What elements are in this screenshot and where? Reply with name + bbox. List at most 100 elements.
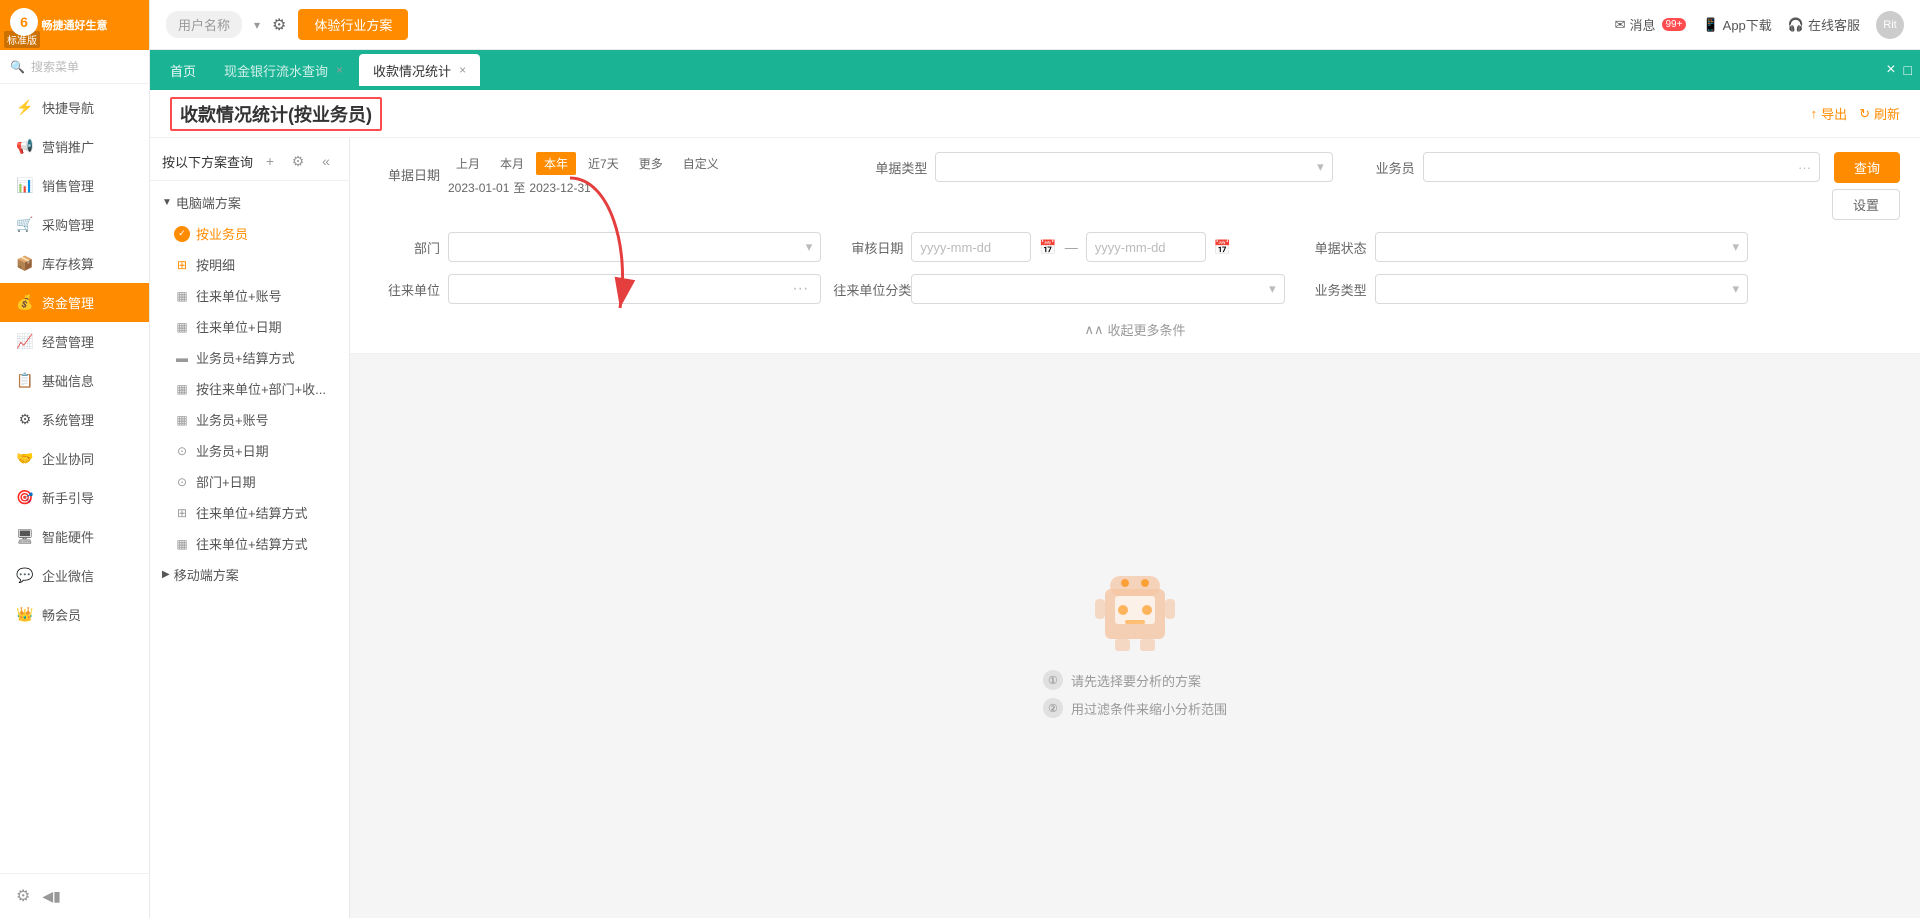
sidebar-collapse-icon[interactable]: ◀▮ xyxy=(42,888,60,905)
tree-item-partner-dept[interactable]: ▦ 按往来单位+部门+收... xyxy=(150,373,349,404)
tree-item-partner-payment2[interactable]: ▦ 往来单位+结算方式 xyxy=(150,528,349,559)
page-header: 收款情况统计(按业务员) ↑ 导出 ↻ 刷新 xyxy=(150,90,1920,138)
partner-payment1-icon: ⊞ xyxy=(174,505,190,521)
tree-item-by-salesperson[interactable]: ✓ 按业务员 xyxy=(150,218,349,249)
tab-bank-flow[interactable]: 现金银行流水查询 × xyxy=(210,54,357,86)
date-tab-custom[interactable]: 自定义 xyxy=(675,152,727,175)
business-type-label: 业务类型 xyxy=(1297,280,1367,299)
query-button[interactable]: 查询 xyxy=(1834,152,1900,183)
empty-steps: ① 请先选择要分析的方案 ② 用过滤条件来缩小分析范围 xyxy=(1043,670,1227,718)
breadcrumb-user: 用户名称 xyxy=(166,11,242,38)
user-avatar[interactable]: Rit xyxy=(1876,11,1904,39)
mobile-group-header[interactable]: ▶ 移动端方案 xyxy=(150,559,349,590)
audit-date-to-calendar[interactable]: 📅 xyxy=(1214,239,1231,256)
partner-dots[interactable]: ··· xyxy=(792,280,808,298)
partner-select[interactable]: ··· xyxy=(448,274,821,304)
audit-date-to[interactable] xyxy=(1086,232,1206,262)
sidebar-item-operation[interactable]: 📈 经营管理 xyxy=(0,322,149,361)
refresh-button[interactable]: ↻ 刷新 xyxy=(1859,104,1900,123)
top-header: 用户名称 ▾ ⚙ 体验行业方案 ✉ 消息 99+ 📱 App下载 🎧 在线客服 … xyxy=(150,0,1920,50)
date-tab-more[interactable]: 更多 xyxy=(631,152,671,175)
tree-item-label: 部门+日期 xyxy=(196,472,256,491)
tree-item-salesperson-payment[interactable]: ▬ 业务员+结算方式 xyxy=(150,342,349,373)
tree-item-label: 往来单位+结算方式 xyxy=(196,534,308,553)
sidebar-item-label: 企业微信 xyxy=(42,566,94,585)
partner-date-icon: ▦ xyxy=(174,319,190,335)
partner-category-chevron: ▾ xyxy=(1269,281,1276,297)
window-buttons: × □ xyxy=(1886,61,1912,79)
page-header-actions: ↑ 导出 ↻ 刷新 xyxy=(1811,104,1900,123)
smart-hw-icon: 🖥 xyxy=(16,528,34,546)
date-to: 2023-12-31 xyxy=(529,181,590,195)
audit-date-from[interactable] xyxy=(911,232,1031,262)
date-tab-this-year[interactable]: 本年 xyxy=(536,152,576,175)
date-tab-last-month[interactable]: 上月 xyxy=(448,152,488,175)
sidebar-item-label: 基础信息 xyxy=(42,371,94,390)
sidebar-item-wechat[interactable]: 💬 企业微信 xyxy=(0,556,149,595)
app-download-button[interactable]: 📱 App下载 xyxy=(1702,15,1771,34)
sidebar-item-finance[interactable]: 💰 资金管理 xyxy=(0,283,149,322)
messages-button[interactable]: ✉ 消息 99+ xyxy=(1615,15,1687,34)
tree-item-salesperson-account[interactable]: ▦ 业务员+账号 xyxy=(150,404,349,435)
sidebar-settings-icon[interactable]: ⚙ xyxy=(16,886,30,906)
sidebar-item-purchase[interactable]: 🛒 采购管理 xyxy=(0,205,149,244)
purchase-icon: 🛒 xyxy=(16,216,34,234)
finance-icon: 💰 xyxy=(16,294,34,312)
tab-collection-stats-close[interactable]: × xyxy=(459,63,466,77)
tree-item-label: 往来单位+结算方式 xyxy=(196,503,308,522)
sidebar-item-inventory[interactable]: 📦 库存核算 xyxy=(0,244,149,283)
online-service-button[interactable]: 🎧 在线客服 xyxy=(1788,15,1860,34)
dept-select[interactable]: ▾ xyxy=(448,232,821,262)
sidebar-item-enterprise[interactable]: 🤝 企业协同 xyxy=(0,439,149,478)
sidebar-item-marketing[interactable]: 📢 营销推广 xyxy=(0,127,149,166)
tab-collection-stats[interactable]: 收款情况统计 × xyxy=(359,54,480,86)
tree-item-label: 业务员+账号 xyxy=(196,410,269,429)
add-scheme-button[interactable]: + xyxy=(259,150,281,172)
download-icon: 📱 xyxy=(1702,17,1718,33)
page-title: 收款情况统计(按业务员) xyxy=(170,97,382,131)
sidebar-item-quick-nav[interactable]: ⚡ 快捷导航 xyxy=(0,88,149,127)
sidebar-item-label: 库存核算 xyxy=(42,254,94,273)
doc-type-select[interactable]: ▾ xyxy=(935,152,1332,182)
tree-item-salesperson-date[interactable]: ⊙ 业务员+日期 xyxy=(150,435,349,466)
sidebar-search[interactable]: 🔍 搜索菜单 xyxy=(0,50,149,84)
settings-button[interactable]: 设置 xyxy=(1832,189,1900,220)
step-1-text: 请先选择要分析的方案 xyxy=(1071,671,1201,690)
sidebar-item-label: 销售管理 xyxy=(42,176,94,195)
member-icon: 👑 xyxy=(16,606,34,624)
sidebar-item-smart-hw[interactable]: 🖥 智能硬件 xyxy=(0,517,149,556)
sidebar-item-newbie[interactable]: 🎯 新手引导 xyxy=(0,478,149,517)
window-maximize-button[interactable]: □ xyxy=(1904,62,1912,78)
trial-button[interactable]: 体验行业方案 xyxy=(298,9,408,40)
header-gear-icon[interactable]: ⚙ xyxy=(272,15,286,35)
export-button[interactable]: ↑ 导出 xyxy=(1811,104,1848,123)
tree-item-partner-date[interactable]: ▦ 往来单位+日期 xyxy=(150,311,349,342)
sidebar-item-member[interactable]: 👑 畅会员 xyxy=(0,595,149,634)
tree-item-by-detail[interactable]: ⊞ 按明细 xyxy=(150,249,349,280)
tree-item-partner-account[interactable]: ▦ 往来单位+账号 xyxy=(150,280,349,311)
collapse-panel-button[interactable]: « xyxy=(315,150,337,172)
desktop-group-label: 电脑端方案 xyxy=(176,193,241,212)
sidebar-item-sales[interactable]: 📊 销售管理 xyxy=(0,166,149,205)
collapse-more-button[interactable]: ∧∧ 收起更多条件 xyxy=(1084,320,1185,339)
group-expand-icon: ▼ xyxy=(162,197,172,208)
tree-item-partner-payment1[interactable]: ⊞ 往来单位+结算方式 xyxy=(150,497,349,528)
business-type-select[interactable]: ▾ xyxy=(1375,274,1748,304)
audit-date-from-calendar[interactable]: 📅 xyxy=(1039,239,1056,256)
date-tab-7days[interactable]: 近7天 xyxy=(580,152,627,175)
partner-category-select[interactable]: ▾ xyxy=(911,274,1284,304)
tree-item-dept-date[interactable]: ⊙ 部门+日期 xyxy=(150,466,349,497)
sidebar-item-system[interactable]: ⚙ 系统管理 xyxy=(0,400,149,439)
salesperson-select[interactable]: ··· xyxy=(1423,152,1820,182)
tab-bank-flow-close[interactable]: × xyxy=(336,63,343,77)
date-tab-this-month[interactable]: 本月 xyxy=(492,152,532,175)
sidebar-item-basic-info[interactable]: 📋 基础信息 xyxy=(0,361,149,400)
doc-status-select[interactable]: ▾ xyxy=(1375,232,1748,262)
header-dropdown-icon[interactable]: ▾ xyxy=(254,18,260,32)
window-close-button[interactable]: × xyxy=(1886,61,1895,79)
desktop-group-header[interactable]: ▼ 电脑端方案 xyxy=(150,187,349,218)
tab-home[interactable]: 首页 xyxy=(158,54,208,86)
tree-item-label: 往来单位+日期 xyxy=(196,317,282,336)
filter-area: 单据日期 上月 本月 本年 近7天 更多 自定义 2023- xyxy=(350,138,1920,354)
scheme-settings-button[interactable]: ⚙ xyxy=(287,150,309,172)
